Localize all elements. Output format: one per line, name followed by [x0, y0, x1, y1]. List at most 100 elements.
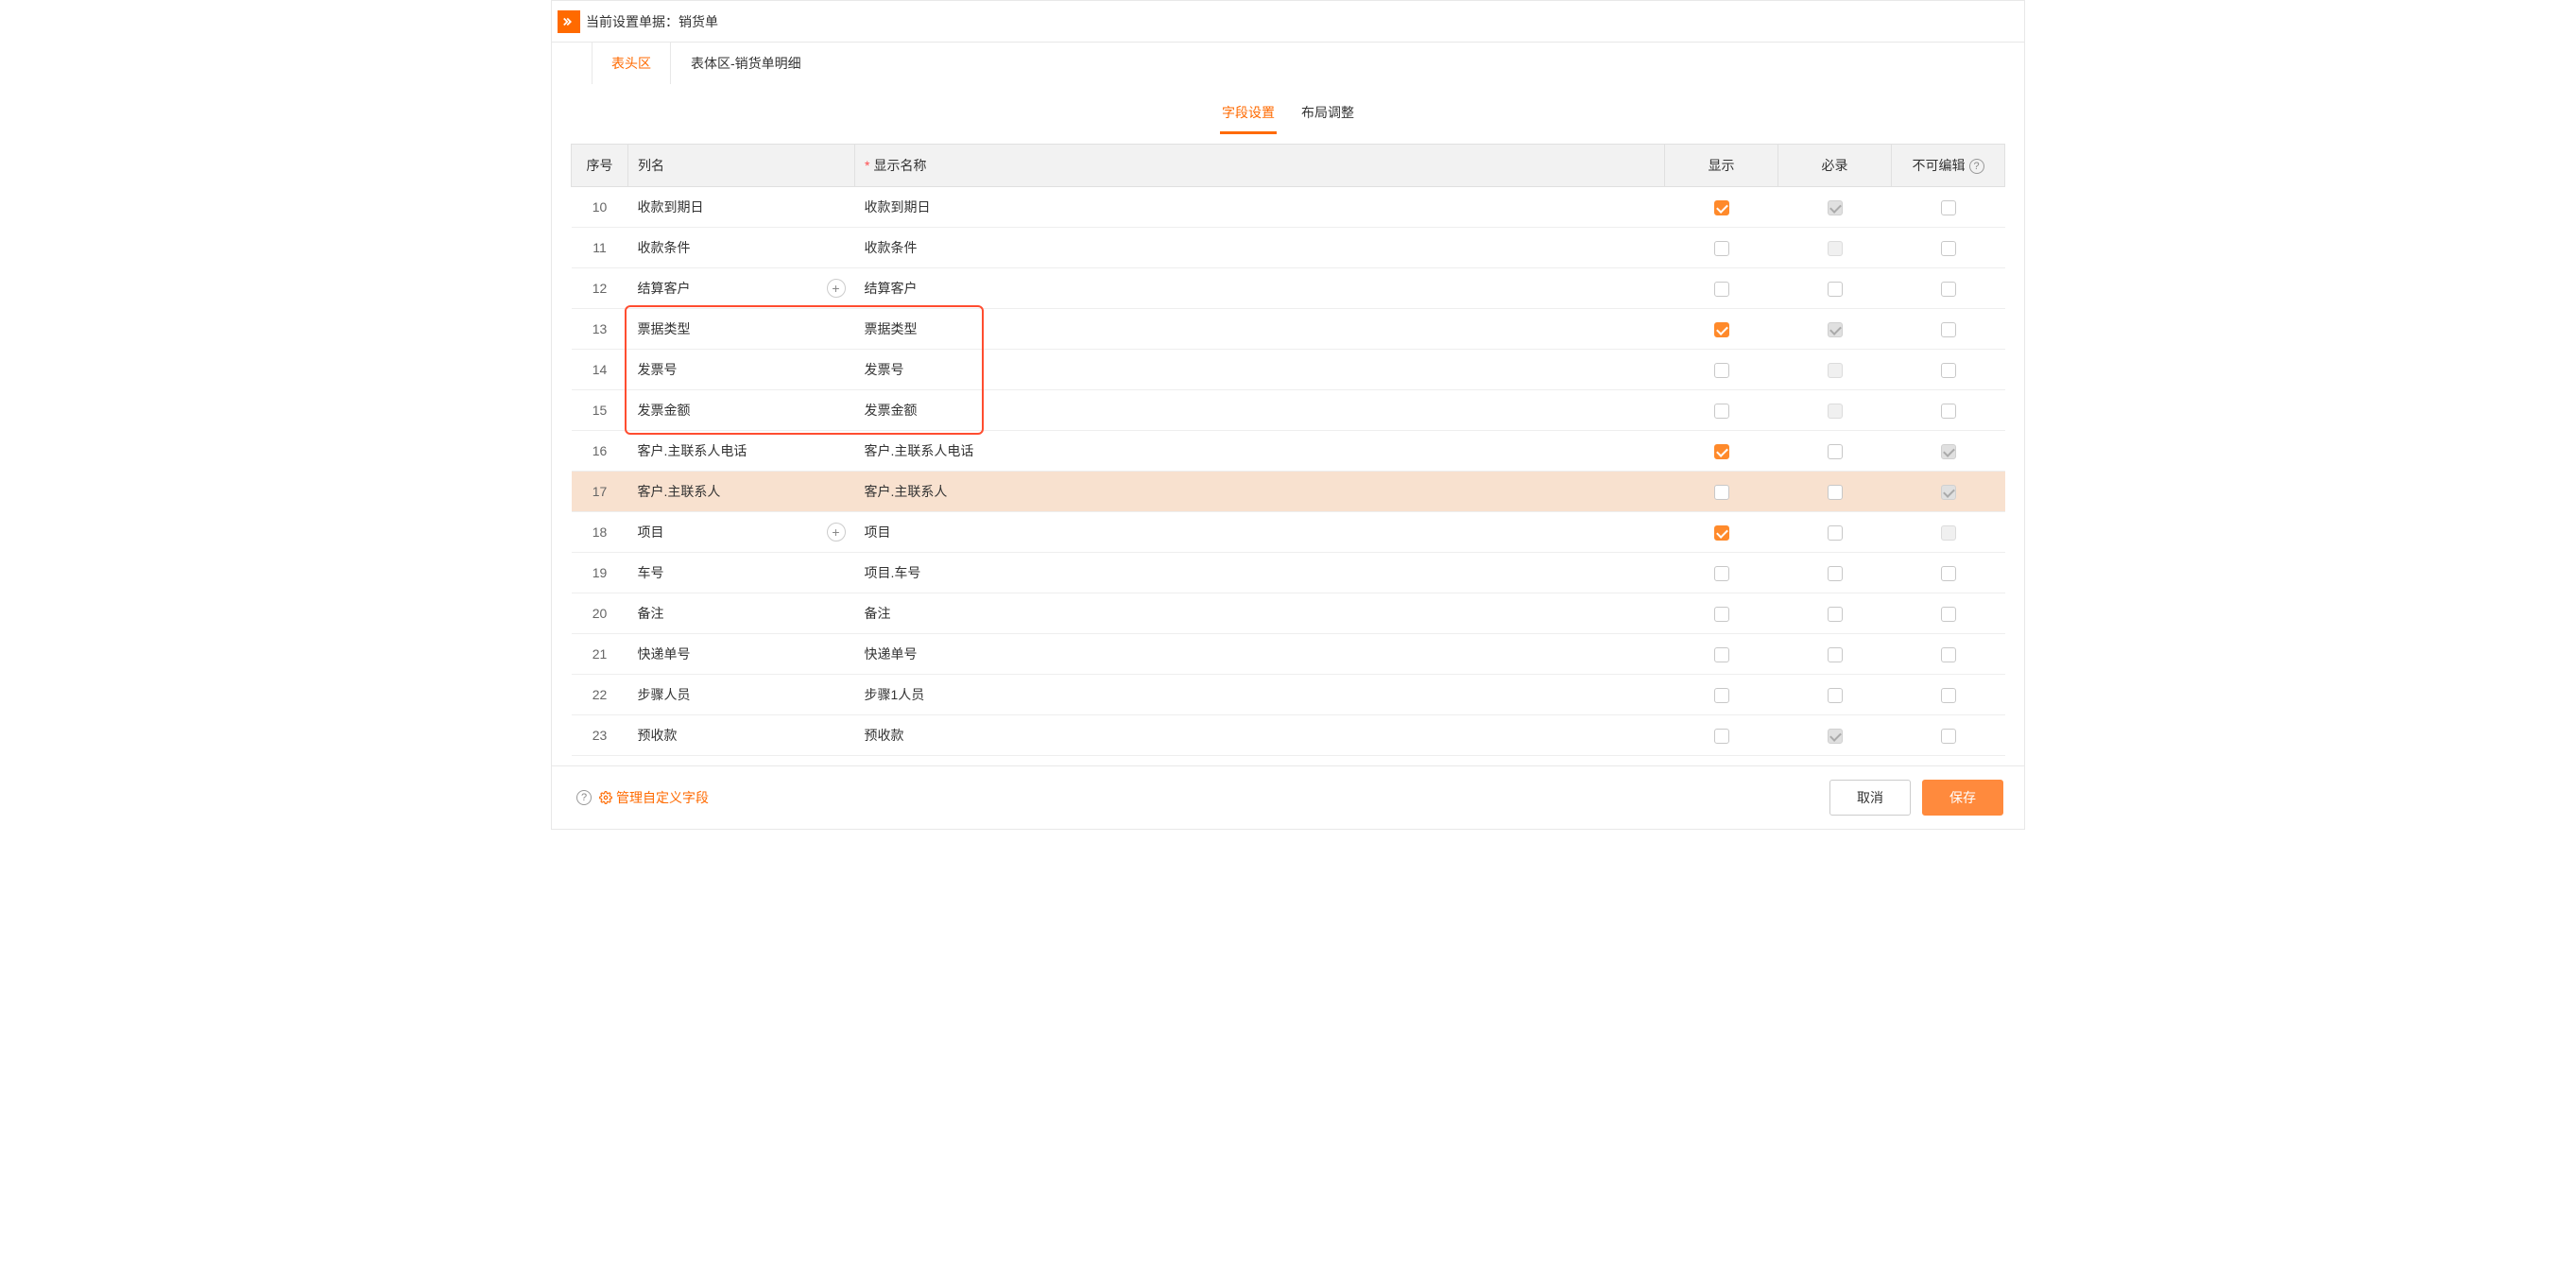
- table-row: 17客户.主联系人客户.主联系人: [572, 472, 2005, 512]
- required-checkbox[interactable]: [1828, 444, 1843, 459]
- required-checkbox[interactable]: [1828, 688, 1843, 703]
- cell-name: 备注: [628, 593, 855, 634]
- show-checkbox[interactable]: [1714, 444, 1729, 459]
- cell-display-name[interactable]: 备注: [855, 593, 1665, 634]
- readonly-checkbox[interactable]: [1941, 647, 1956, 662]
- tab-0[interactable]: 表头区: [592, 42, 671, 84]
- show-checkbox[interactable]: [1714, 688, 1729, 703]
- col-seq: 序号: [572, 145, 628, 187]
- cell-display-name[interactable]: 预收款: [855, 715, 1665, 756]
- tab-1[interactable]: 表体区-销货单明细: [671, 42, 821, 84]
- cell-display-name[interactable]: 项目: [855, 512, 1665, 553]
- cell-display-name[interactable]: 步骤1人员: [855, 675, 1665, 715]
- required-cell: [1778, 472, 1892, 512]
- add-child-button[interactable]: +: [827, 279, 846, 298]
- readonly-cell: [1892, 187, 2005, 228]
- cell-seq: 11: [572, 228, 628, 268]
- subtab-1[interactable]: 布局调整: [1299, 97, 1356, 134]
- readonly-cell: [1892, 472, 2005, 512]
- subtab-0[interactable]: 字段设置: [1220, 97, 1277, 134]
- cell-display-name[interactable]: 客户.主联系人电话: [855, 431, 1665, 472]
- show-checkbox[interactable]: [1714, 647, 1729, 662]
- readonly-checkbox[interactable]: [1941, 729, 1956, 744]
- cell-display-name[interactable]: 结算客户: [855, 268, 1665, 309]
- show-checkbox[interactable]: [1714, 322, 1729, 337]
- cell-display-name[interactable]: 快递单号: [855, 634, 1665, 675]
- readonly-cell: [1892, 553, 2005, 593]
- cell-name: 车号: [628, 553, 855, 593]
- add-child-button[interactable]: +: [827, 523, 846, 541]
- show-cell: [1665, 390, 1778, 431]
- show-cell: [1665, 187, 1778, 228]
- readonly-checkbox[interactable]: [1941, 688, 1956, 703]
- required-cell: [1778, 350, 1892, 390]
- cell-seq: 18: [572, 512, 628, 553]
- show-checkbox[interactable]: [1714, 404, 1729, 419]
- required-checkbox[interactable]: [1828, 282, 1843, 297]
- cell-display-name[interactable]: 发票金额: [855, 390, 1665, 431]
- required-cell: [1778, 390, 1892, 431]
- expand-sidebar-button[interactable]: [558, 10, 580, 33]
- header-bar: 当前设置单据：销货单: [552, 1, 2024, 43]
- readonly-checkbox[interactable]: [1941, 404, 1956, 419]
- required-checkbox[interactable]: [1828, 485, 1843, 500]
- show-checkbox[interactable]: [1714, 200, 1729, 215]
- table-row: 18项目+项目: [572, 512, 2005, 553]
- cell-seq: 22: [572, 675, 628, 715]
- cell-display-name[interactable]: 票据类型: [855, 309, 1665, 350]
- col-required: 必录: [1778, 145, 1892, 187]
- manage-custom-fields-link[interactable]: 管理自定义字段: [599, 788, 709, 807]
- show-checkbox[interactable]: [1714, 607, 1729, 622]
- col-display-name: *显示名称: [855, 145, 1665, 187]
- cell-seq: 17: [572, 472, 628, 512]
- readonly-checkbox[interactable]: [1941, 607, 1956, 622]
- show-cell: [1665, 268, 1778, 309]
- show-checkbox[interactable]: [1714, 282, 1729, 297]
- required-checkbox: [1828, 200, 1843, 215]
- cell-display-name[interactable]: 客户.主联系人: [855, 472, 1665, 512]
- required-checkbox: [1828, 363, 1843, 378]
- required-checkbox[interactable]: [1828, 647, 1843, 662]
- required-checkbox[interactable]: [1828, 607, 1843, 622]
- show-checkbox[interactable]: [1714, 241, 1729, 256]
- cell-display-name[interactable]: 项目.车号: [855, 553, 1665, 593]
- show-cell: [1665, 431, 1778, 472]
- cell-name: 收款条件: [628, 228, 855, 268]
- show-checkbox[interactable]: [1714, 363, 1729, 378]
- readonly-checkbox[interactable]: [1941, 322, 1956, 337]
- cell-display-name[interactable]: 发票号: [855, 350, 1665, 390]
- save-button[interactable]: 保存: [1922, 780, 2003, 816]
- show-checkbox[interactable]: [1714, 729, 1729, 744]
- cell-seq: 16: [572, 431, 628, 472]
- show-cell: [1665, 553, 1778, 593]
- cell-name: 预收款: [628, 715, 855, 756]
- cell-seq: 13: [572, 309, 628, 350]
- help-icon[interactable]: ?: [1969, 159, 1984, 174]
- required-checkbox[interactable]: [1828, 566, 1843, 581]
- col-show: 显示: [1665, 145, 1778, 187]
- cell-name: 项目+: [628, 512, 855, 553]
- readonly-checkbox[interactable]: [1941, 363, 1956, 378]
- required-cell: [1778, 228, 1892, 268]
- readonly-checkbox[interactable]: [1941, 241, 1956, 256]
- cell-seq: 19: [572, 553, 628, 593]
- readonly-checkbox[interactable]: [1941, 566, 1956, 581]
- cell-display-name[interactable]: 收款到期日: [855, 187, 1665, 228]
- table-row: 21快递单号快递单号: [572, 634, 2005, 675]
- cell-display-name[interactable]: 收款条件: [855, 228, 1665, 268]
- cell-name: 快递单号: [628, 634, 855, 675]
- readonly-checkbox[interactable]: [1941, 282, 1956, 297]
- table-row: 11收款条件收款条件: [572, 228, 2005, 268]
- show-cell: [1665, 228, 1778, 268]
- readonly-checkbox: [1941, 485, 1956, 500]
- show-checkbox[interactable]: [1714, 525, 1729, 541]
- footer-help-icon[interactable]: ?: [576, 790, 592, 805]
- readonly-checkbox[interactable]: [1941, 200, 1956, 215]
- main-tabs: 表头区表体区-销货单明细: [552, 42, 2024, 84]
- show-checkbox[interactable]: [1714, 485, 1729, 500]
- show-checkbox[interactable]: [1714, 566, 1729, 581]
- table-row: 10收款到期日收款到期日: [572, 187, 2005, 228]
- required-checkbox[interactable]: [1828, 525, 1843, 541]
- cancel-button[interactable]: 取消: [1829, 780, 1911, 816]
- show-cell: [1665, 634, 1778, 675]
